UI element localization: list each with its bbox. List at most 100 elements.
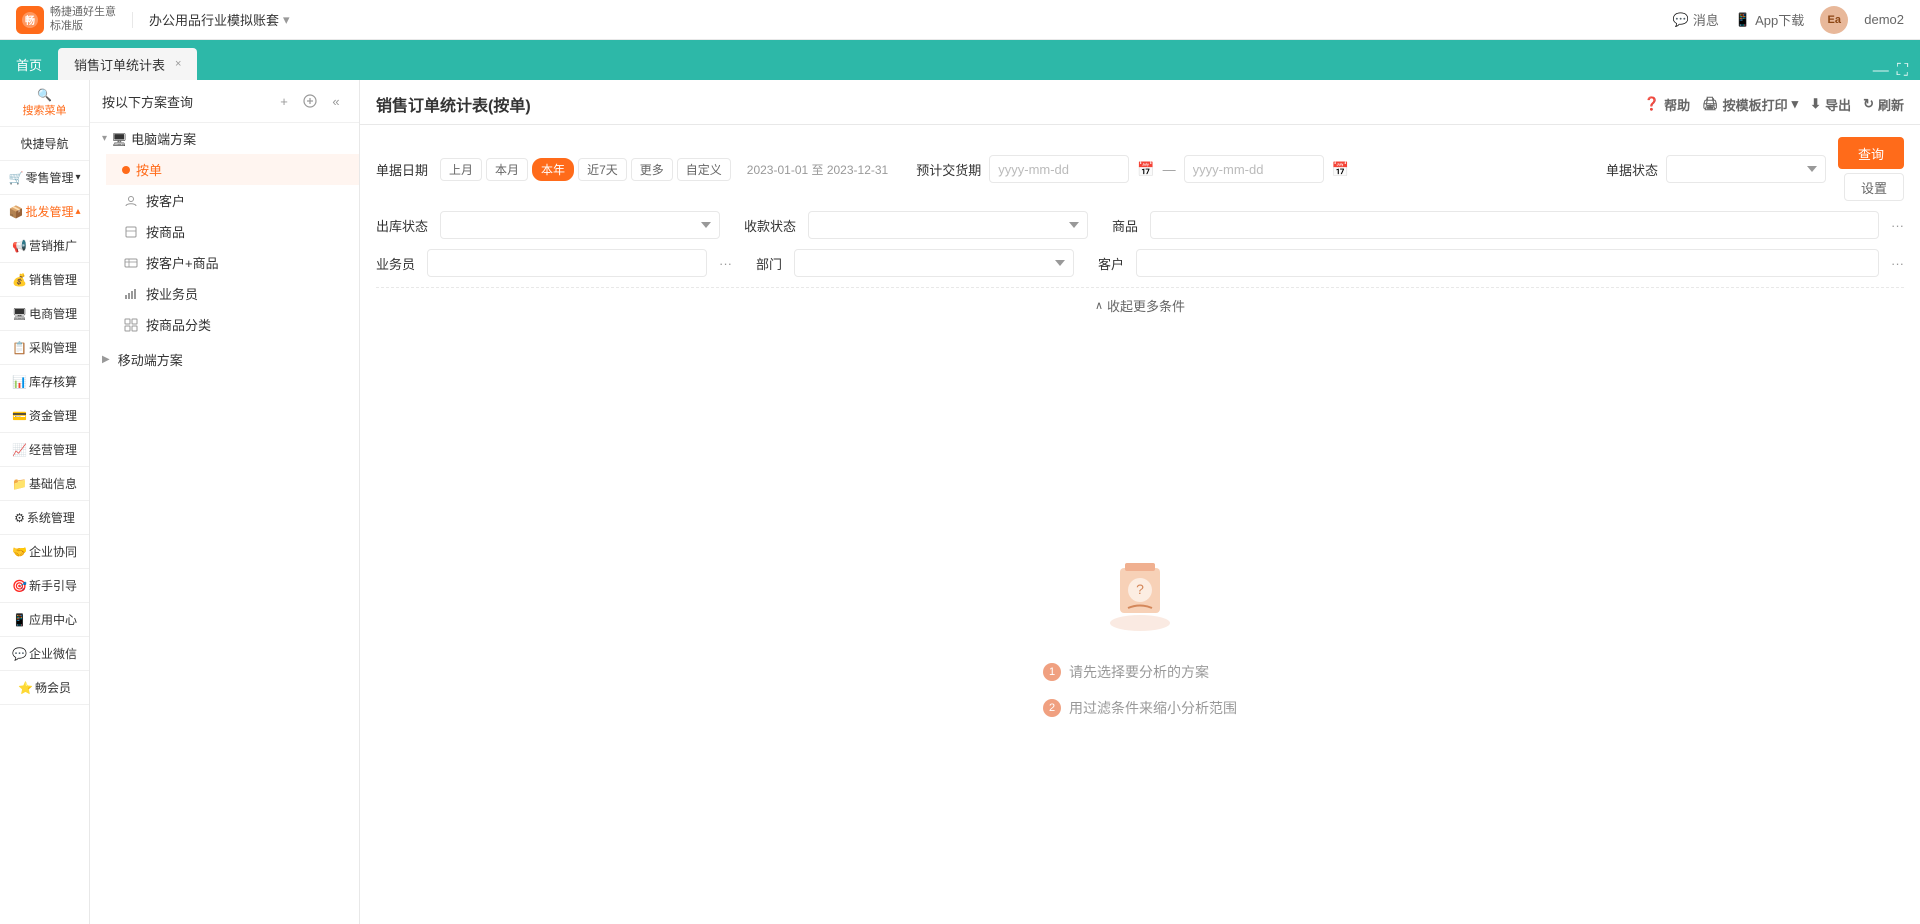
collapse-btn[interactable]: ∧ 收起更多条件 [1095,296,1185,315]
system-icon: ⚙ [14,511,25,525]
calendar-icon-to[interactable]: 📅 [1332,161,1349,178]
salesman-label: 业务员 [376,254,415,273]
refresh-icon: ↻ [1863,96,1874,112]
mobile-section-label: 移动端方案 [118,350,183,369]
sidebar-item-retail[interactable]: 🛒 零售管理 ▾ [0,161,89,195]
tab-bar-actions: — ⛶ [1873,62,1920,80]
left-panel: 按以下方案查询 + « ▾ 🖥 电脑端方案 [90,80,360,924]
date-btn-7days[interactable]: 近7天 [578,158,627,181]
bill-status-group: 单据状态 [1606,155,1826,183]
tree-collapse-icon: ▶ [102,354,110,365]
main-layout: 🔍 搜索菜单 快捷导航 🛒 零售管理 ▾ 📦 批发管理 ▴ 📢 营销推广 💰 销… [0,80,1920,924]
right-panel-header: 销售订单统计表(按单) ❓ 帮助 🖨 按模板打印 ▾ ⬇ [360,80,1920,125]
salesman-input[interactable] [427,249,707,277]
tree-item-by-product[interactable]: 按商品 [106,216,359,247]
sidebar-item-ecommerce[interactable]: 🖥 电商管理 [0,297,89,331]
add-scheme-btn[interactable]: + [273,90,295,112]
sidebar-item-sales[interactable]: 💰 销售管理 [0,263,89,297]
print-btn[interactable]: 🖨 按模板打印 ▾ [1702,95,1798,114]
date-btn-this-year[interactable]: 本年 [532,158,574,181]
chevron-icon: ▾ [75,172,80,183]
sidebar-search[interactable]: 🔍 搜索菜单 [0,80,89,127]
tab-home[interactable]: 首页 [0,48,58,80]
date-separator: — [1163,162,1176,177]
tree-section-pc[interactable]: ▾ 🖥 电脑端方案 [90,123,359,154]
sidebar-item-member[interactable]: ⭐ 畅会员 [0,671,89,705]
receipt-status-label: 收款状态 [744,216,796,235]
collapse-panel-btn[interactable]: « [325,90,347,112]
bill-status-label: 单据状态 [1606,160,1658,179]
export-btn[interactable]: ⬇ 导出 [1810,95,1851,114]
tree-item-by-order[interactable]: 按单 [106,154,359,185]
customer-input[interactable] [1136,249,1879,277]
message-icon: 💬 [1673,12,1689,28]
sidebar-item-operation[interactable]: 📈 经营管理 [0,433,89,467]
expected-date-to[interactable] [1184,155,1324,183]
expected-date-group: 预计交货期 📅 — 📅 [916,155,1578,183]
tree-children-pc: 按单 按客户 按商品 [90,154,359,340]
collapse-up-icon: ∧ [1095,299,1103,312]
setting-button[interactable]: 设置 [1844,173,1904,201]
minimize-btn[interactable]: — [1873,62,1889,80]
svg-text:?: ? [1136,581,1144,597]
sidebar-item-inventory[interactable]: 📊 库存核算 [0,365,89,399]
sidebar-item-newbie[interactable]: 🎯 新手引导 [0,569,89,603]
logo-text: 畅捷通好生意 标准版 [50,6,116,32]
customer-more-btn[interactable]: ··· [1891,256,1904,271]
sidebar-item-basic[interactable]: 📁 基础信息 [0,467,89,501]
filter-row-1: 单据日期 上月 本月 本年 近7天 更多 自定义 2023-01-01 至 20… [376,137,1904,201]
help-icon: ❓ [1644,96,1660,112]
date-btn-this-month[interactable]: 本月 [486,158,528,181]
app-download-btn[interactable]: 📱 App下载 [1735,10,1804,29]
sidebar-item-wechat[interactable]: 💬 企业微信 [0,637,89,671]
pc-icon: 🖥 [111,132,128,147]
bill-status-select[interactable] [1666,155,1826,183]
date-btn-custom[interactable]: 自定义 [677,158,731,181]
sidebar-item-purchase[interactable]: 📋 采购管理 [0,331,89,365]
sidebar-item-enterprise[interactable]: 🤝 企业协同 [0,535,89,569]
page-subtitle[interactable]: 办公用品行业模拟账套 ▾ [149,10,290,29]
salesman-tree-icon [122,285,140,303]
filter-row-3: 业务员 ··· 部门 客户 ··· [376,249,1904,277]
refresh-btn[interactable]: ↻ 刷新 [1863,95,1904,114]
product-more-btn[interactable]: ··· [1891,218,1904,233]
cust-prod-tree-icon [122,254,140,272]
product-input[interactable] [1150,211,1879,239]
action-btn-group: 查询 设置 [1838,137,1904,201]
calendar-icon-from[interactable]: 📅 [1137,161,1154,178]
sidebar-item-marketing[interactable]: 📢 营销推广 [0,229,89,263]
tab-close-icon[interactable]: × [175,58,181,70]
avatar[interactable]: Ea [1820,6,1848,34]
tree-section-mobile[interactable]: ▶ 移动端方案 [90,344,359,375]
edit-scheme-btn[interactable] [299,90,321,112]
salesman-more-btn[interactable]: ··· [719,256,732,271]
page-title: 销售订单统计表(按单) [376,92,531,116]
top-bar-left: 畅 畅捷通好生意 标准版 办公用品行业模拟账套 ▾ [16,6,290,34]
receipt-status-select[interactable] [808,211,1088,239]
pc-section-label: 🖥 电脑端方案 [111,129,196,148]
dept-select[interactable] [794,249,1074,277]
sidebar-nav[interactable]: 快捷导航 [0,127,89,161]
sidebar-item-appstore[interactable]: 📱 应用中心 [0,603,89,637]
query-button[interactable]: 查询 [1838,137,1904,169]
expected-date-from[interactable] [989,155,1129,183]
sidebar-item-finance[interactable]: 💳 资金管理 [0,399,89,433]
date-btn-more[interactable]: 更多 [631,158,673,181]
username[interactable]: demo2 [1864,12,1904,27]
tree-item-by-cust-prod[interactable]: 按客户+商品 [106,247,359,278]
product-tree-icon [122,223,140,241]
date-btn-last-month[interactable]: 上月 [440,158,482,181]
tree-item-by-customer[interactable]: 按客户 [106,185,359,216]
tab-active[interactable]: 销售订单统计表 × [58,48,197,80]
empty-tip-2: 2 用过滤条件来缩小分析范围 [1043,694,1237,722]
message-btn[interactable]: 💬 消息 [1673,10,1719,29]
sidebar-item-system[interactable]: ⚙ 系统管理 [0,501,89,535]
sidebar-item-wholesale[interactable]: 📦 批发管理 ▴ [0,195,89,229]
tree-item-by-category[interactable]: 按商品分类 [106,309,359,340]
svg-text:畅: 畅 [25,14,35,27]
tree-item-by-salesman[interactable]: 按业务员 [106,278,359,309]
help-btn[interactable]: ❓ 帮助 [1644,95,1690,114]
out-status-label: 出库状态 [376,216,428,235]
out-status-select[interactable] [440,211,720,239]
maximize-btn[interactable]: ⛶ [1897,62,1908,80]
